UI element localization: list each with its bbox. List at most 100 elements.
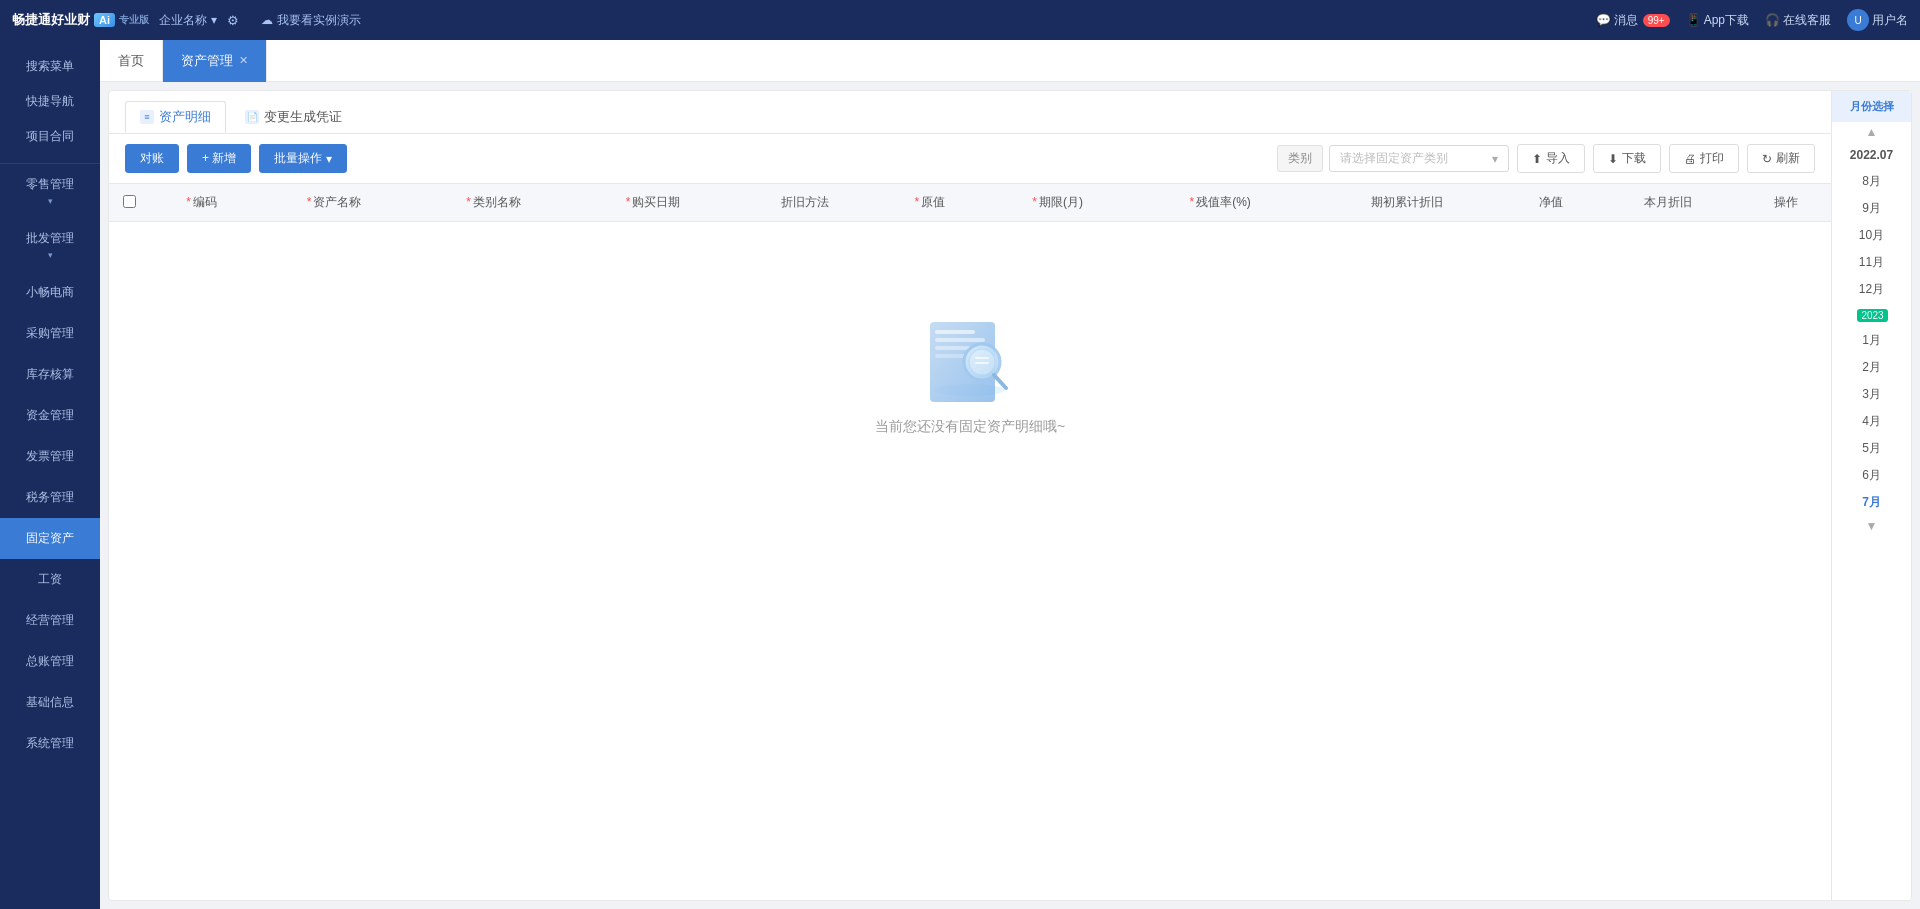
table-wrapper: *编码 *资产名称 *类别名称 *购买日期 折旧方法 *原值 *期限(月) *残… — [109, 184, 1831, 900]
sidebar-item-tax[interactable]: 税务管理 — [0, 477, 100, 518]
col-code: *编码 — [149, 184, 254, 222]
month-item-10[interactable]: 10月 — [1832, 222, 1911, 249]
category-select[interactable]: 请选择固定资产类别 ▾ — [1329, 145, 1509, 172]
sidebar-item-inventory[interactable]: 库存核算 — [0, 354, 100, 395]
month-item-7[interactable]: 7月 — [1832, 489, 1911, 516]
main-panel: ≡ 资产明细 📄 变更生成凭证 对账 + 新增 批量操作 ▾ — [109, 91, 1831, 900]
sidebar-item-quicknav[interactable]: 快捷导航 — [0, 85, 100, 118]
sidebar-item-project[interactable]: 项目合同 — [0, 120, 100, 153]
col-monthly-depreciation: 本月折旧 — [1596, 184, 1740, 222]
month-item-6[interactable]: 6月 — [1832, 462, 1911, 489]
topbar-right: 💬 消息 99+ 📱 App下载 🎧 在线客服 U 用户名 — [1596, 9, 1908, 31]
print-button[interactable]: 🖨 打印 — [1669, 144, 1739, 173]
month-item-8[interactable]: 8月 — [1832, 168, 1911, 195]
reconcile-button[interactable]: 对账 — [125, 144, 179, 173]
month-item-2[interactable]: 2月 — [1832, 354, 1911, 381]
col-depreciation-method: 折旧方法 — [733, 184, 877, 222]
month-item-3[interactable]: 3月 — [1832, 381, 1911, 408]
company-name: 企业名称 — [159, 12, 207, 29]
sidebar-item-purchase[interactable]: 采购管理 — [0, 313, 100, 354]
print-icon: 🖨 — [1684, 152, 1696, 166]
category-label: 类别 — [1277, 145, 1323, 172]
message-button[interactable]: 💬 消息 99+ — [1596, 12, 1670, 29]
sidebar-top: 搜索菜单 快捷导航 项目合同 — [0, 40, 100, 164]
month-item-5[interactable]: 5月 — [1832, 435, 1911, 462]
headset-icon: 🎧 — [1765, 13, 1780, 27]
refresh-icon: ↻ — [1762, 152, 1772, 166]
col-period: *期限(月) — [982, 184, 1132, 222]
month-item-1[interactable]: 1月 — [1832, 327, 1911, 354]
sub-tabs: ≡ 资产明细 📄 变更生成凭证 — [109, 91, 1831, 134]
sub-tab-asset-detail[interactable]: ≡ 资产明细 — [125, 101, 226, 133]
app-download-button[interactable]: 📱 App下载 — [1686, 12, 1749, 29]
col-original-value: *原值 — [877, 184, 982, 222]
chevron-right-icon: ▾ — [48, 250, 53, 260]
add-button[interactable]: + 新增 — [187, 144, 251, 173]
sidebar-item-operations[interactable]: 经营管理 — [0, 600, 100, 641]
message-badge: 99+ — [1643, 14, 1670, 27]
empty-illustration — [910, 302, 1030, 402]
company-selector[interactable]: 企业名称 ▾ — [159, 12, 217, 29]
sidebar-item-salary[interactable]: 工资 — [0, 559, 100, 600]
empty-state: 当前您还没有固定资产明细哦~ — [109, 222, 1831, 516]
online-service-button[interactable]: 🎧 在线客服 — [1765, 12, 1831, 29]
col-purchase-date: *购买日期 — [573, 184, 732, 222]
month-item-12[interactable]: 12月 — [1832, 276, 1911, 303]
tab-close-icon[interactable]: ✕ — [239, 54, 248, 67]
select-all-checkbox[interactable] — [123, 195, 136, 208]
tab-bar: 首页 资产管理 ✕ — [100, 40, 1920, 82]
message-icon: 💬 — [1596, 13, 1611, 27]
col-residual-rate: *残值率(%) — [1133, 184, 1308, 222]
sidebar-menu: 零售管理 ▾ 批发管理 ▾ 小畅电商 采购管理 库存核算 资金管理 发票管理 — [0, 164, 100, 764]
list-icon: ≡ — [140, 110, 154, 124]
main-layout: 搜索菜单 快捷导航 项目合同 零售管理 ▾ 批发管理 ▾ 小畅电商 采购管理 库… — [0, 40, 1920, 909]
sidebar-item-basic[interactable]: 基础信息 — [0, 682, 100, 723]
sidebar-item-retail[interactable]: 零售管理 ▾ — [0, 164, 100, 218]
phone-icon: 📱 — [1686, 13, 1701, 27]
page-content: ≡ 资产明细 📄 变更生成凭证 对账 + 新增 批量操作 ▾ — [108, 90, 1912, 901]
month-item-9[interactable]: 9月 — [1832, 195, 1911, 222]
app-title: 畅捷通好业财 — [12, 11, 90, 29]
sidebar-item-system[interactable]: 系统管理 — [0, 723, 100, 764]
tab-asset-management[interactable]: 资产管理 ✕ — [163, 40, 267, 82]
gear-icon[interactable]: ⚙ — [227, 13, 239, 28]
col-action: 操作 — [1741, 184, 1831, 222]
svg-rect-3 — [935, 338, 985, 342]
refresh-button[interactable]: ↻ 刷新 — [1747, 144, 1815, 173]
batch-button[interactable]: 批量操作 ▾ — [259, 144, 347, 173]
download-button[interactable]: ⬇ 下载 — [1593, 144, 1661, 173]
demo-link[interactable]: ☁ 我要看实例演示 — [261, 12, 361, 29]
month-item-11[interactable]: 11月 — [1832, 249, 1911, 276]
import-button[interactable]: ⬆ 导入 — [1517, 144, 1585, 173]
doc-icon: 📄 — [245, 110, 259, 124]
cloud-icon: ☁ — [261, 13, 273, 27]
sidebar-item-ledger[interactable]: 总账管理 — [0, 641, 100, 682]
sidebar-item-ecommerce[interactable]: 小畅电商 — [0, 272, 100, 313]
sidebar-item-search[interactable]: 搜索菜单 — [0, 50, 100, 83]
toolbar: 对账 + 新增 批量操作 ▾ 类别 请选择固定资产类别 ▾ — [109, 134, 1831, 184]
import-icon: ⬆ — [1532, 152, 1542, 166]
year-2023-badge: 2023 — [1857, 309, 1887, 322]
month-nav-down[interactable]: ▼ — [1832, 516, 1911, 536]
table-header: *编码 *资产名称 *类别名称 *购买日期 折旧方法 *原值 *期限(月) *残… — [109, 184, 1831, 222]
sidebar-item-finance[interactable]: 资金管理 — [0, 395, 100, 436]
sidebar: 搜索菜单 快捷导航 项目合同 零售管理 ▾ 批发管理 ▾ 小畅电商 采购管理 库… — [0, 40, 100, 909]
asset-table: *编码 *资产名称 *类别名称 *购买日期 折旧方法 *原值 *期限(月) *残… — [109, 184, 1831, 222]
user-avatar: U — [1847, 9, 1869, 31]
select-all-col — [109, 184, 149, 222]
sidebar-item-wholesale[interactable]: 批发管理 ▾ — [0, 218, 100, 272]
col-category: *类别名称 — [414, 184, 573, 222]
month-panel-title: 月份选择 — [1832, 91, 1911, 122]
month-current-year[interactable]: 2022.07 — [1832, 142, 1911, 168]
sidebar-item-invoice[interactable]: 发票管理 — [0, 436, 100, 477]
month-nav-up[interactable]: ▲ — [1832, 122, 1911, 142]
month-item-4[interactable]: 4月 — [1832, 408, 1911, 435]
col-accumulated-depreciation: 期初累计折旧 — [1307, 184, 1506, 222]
col-net-value: 净值 — [1506, 184, 1596, 222]
app-subtitle: 专业版 — [119, 13, 149, 27]
sub-tab-change-voucher[interactable]: 📄 变更生成凭证 — [230, 101, 357, 133]
download-icon: ⬇ — [1608, 152, 1618, 166]
user-menu[interactable]: U 用户名 — [1847, 9, 1908, 31]
tab-home[interactable]: 首页 — [100, 40, 163, 82]
sidebar-item-assets[interactable]: 固定资产 — [0, 518, 100, 559]
